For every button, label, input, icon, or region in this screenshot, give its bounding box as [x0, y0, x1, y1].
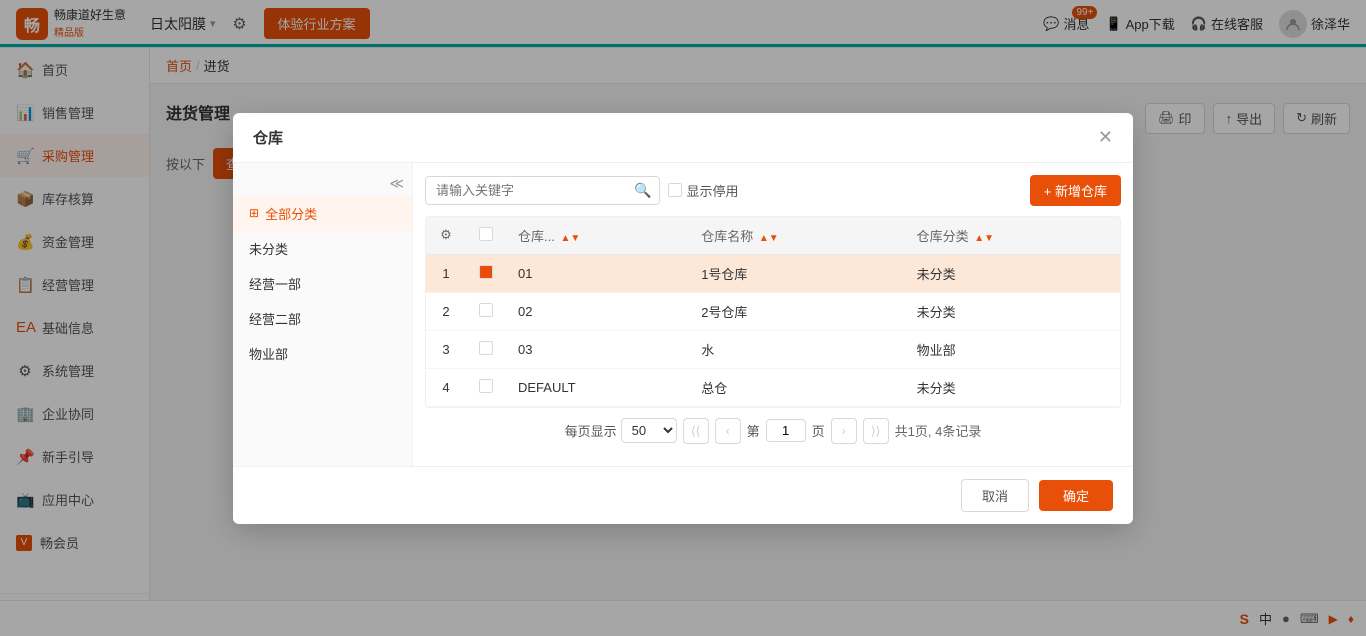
- col-name[interactable]: 仓库名称 ▲▼: [689, 217, 904, 255]
- category-ops2[interactable]: 经营二部: [233, 301, 412, 336]
- modal-toolbar: 🔍 显示停用 + 新增仓库: [425, 175, 1121, 206]
- prev-page-button[interactable]: ‹: [715, 418, 741, 444]
- add-warehouse-button[interactable]: + 新增仓库: [1030, 175, 1121, 206]
- row-checkbox[interactable]: [466, 368, 506, 406]
- modal-footer: 取消 确定: [233, 466, 1133, 524]
- table-row[interactable]: 2 02 2号仓库 未分类: [426, 292, 1120, 330]
- row-checkbox[interactable]: [466, 292, 506, 330]
- row-num: 2: [426, 292, 466, 330]
- category-unclassified[interactable]: 未分类: [233, 231, 412, 266]
- row-num: 4: [426, 368, 466, 406]
- col-code[interactable]: 仓库... ▲▼: [506, 217, 689, 255]
- search-box: 🔍: [425, 176, 660, 205]
- row-category: 物业部: [905, 330, 1120, 368]
- col-category[interactable]: 仓库分类 ▲▼: [905, 217, 1120, 255]
- page-info: 共1页, 4条记录: [895, 421, 982, 440]
- row-category: 未分类: [905, 292, 1120, 330]
- sort-icon3: ▲▼: [974, 233, 994, 244]
- row-num: 1: [426, 254, 466, 292]
- row-category: 未分类: [905, 254, 1120, 292]
- page-size-selector: 每页显示 50 10 20 100: [565, 418, 677, 443]
- page-size-select[interactable]: 50 10 20 100: [621, 418, 677, 443]
- table-row[interactable]: 4 DEFAULT 总仓 未分类: [426, 368, 1120, 406]
- category-property[interactable]: 物业部: [233, 336, 412, 371]
- row-num: 3: [426, 330, 466, 368]
- row-category: 未分类: [905, 368, 1120, 406]
- first-page-button[interactable]: ⟨⟨: [683, 418, 709, 444]
- row-checkbox[interactable]: [466, 330, 506, 368]
- modal-main-area: 🔍 显示停用 + 新增仓库 ⚙: [413, 163, 1133, 466]
- search-icon[interactable]: 🔍: [626, 177, 659, 204]
- modal-overlay[interactable]: 仓库 ✕ ≪ ⊞ 全部分类 未分类 经营一部 经营二部: [0, 0, 1366, 636]
- modal-category-sidebar: ≪ ⊞ 全部分类 未分类 经营一部 经营二部 物业部: [233, 163, 413, 466]
- grid-icon: ⊞: [249, 206, 259, 220]
- sidebar-toggle-icon[interactable]: ≪: [233, 171, 412, 196]
- modal-header: 仓库 ✕: [233, 113, 1133, 163]
- modal-title: 仓库: [253, 127, 283, 148]
- confirm-button[interactable]: 确定: [1039, 480, 1113, 511]
- sort-icon2: ▲▼: [759, 233, 779, 244]
- row-code: 01: [506, 254, 689, 292]
- row-name: 1号仓库: [689, 254, 904, 292]
- warehouse-table: ⚙ 仓库... ▲▼ 仓库名称 ▲▼: [425, 216, 1121, 408]
- col-check: [466, 217, 506, 255]
- row-checkbox[interactable]: [466, 254, 506, 292]
- close-icon[interactable]: ✕: [1098, 128, 1113, 146]
- category-ops1[interactable]: 经营一部: [233, 266, 412, 301]
- row-name: 2号仓库: [689, 292, 904, 330]
- row-code: 03: [506, 330, 689, 368]
- show-disabled-checkbox[interactable]: [668, 183, 682, 197]
- table-row[interactable]: 1 01 1号仓库 未分类: [426, 254, 1120, 292]
- warehouse-modal: 仓库 ✕ ≪ ⊞ 全部分类 未分类 经营一部 经营二部: [233, 113, 1133, 524]
- last-page-button[interactable]: ⟩⟩: [863, 418, 889, 444]
- row-code: DEFAULT: [506, 368, 689, 406]
- row-name: 总仓: [689, 368, 904, 406]
- table-row[interactable]: 3 03 水 物业部: [426, 330, 1120, 368]
- sort-icon: ▲▼: [560, 233, 580, 244]
- cancel-button[interactable]: 取消: [961, 479, 1029, 512]
- category-all[interactable]: ⊞ 全部分类: [233, 196, 412, 231]
- search-input[interactable]: [426, 178, 626, 203]
- header-checkbox[interactable]: [479, 227, 493, 241]
- row-name: 水: [689, 330, 904, 368]
- next-page-button[interactable]: ›: [831, 418, 857, 444]
- modal-body: ≪ ⊞ 全部分类 未分类 经营一部 经营二部 物业部: [233, 163, 1133, 466]
- page-number-input[interactable]: [766, 419, 806, 442]
- pagination: 每页显示 50 10 20 100 ⟨⟨ ‹ 第 页 › ⟩⟩: [425, 408, 1121, 454]
- show-disabled-label[interactable]: 显示停用: [668, 181, 738, 200]
- col-settings: ⚙: [426, 217, 466, 255]
- row-code: 02: [506, 292, 689, 330]
